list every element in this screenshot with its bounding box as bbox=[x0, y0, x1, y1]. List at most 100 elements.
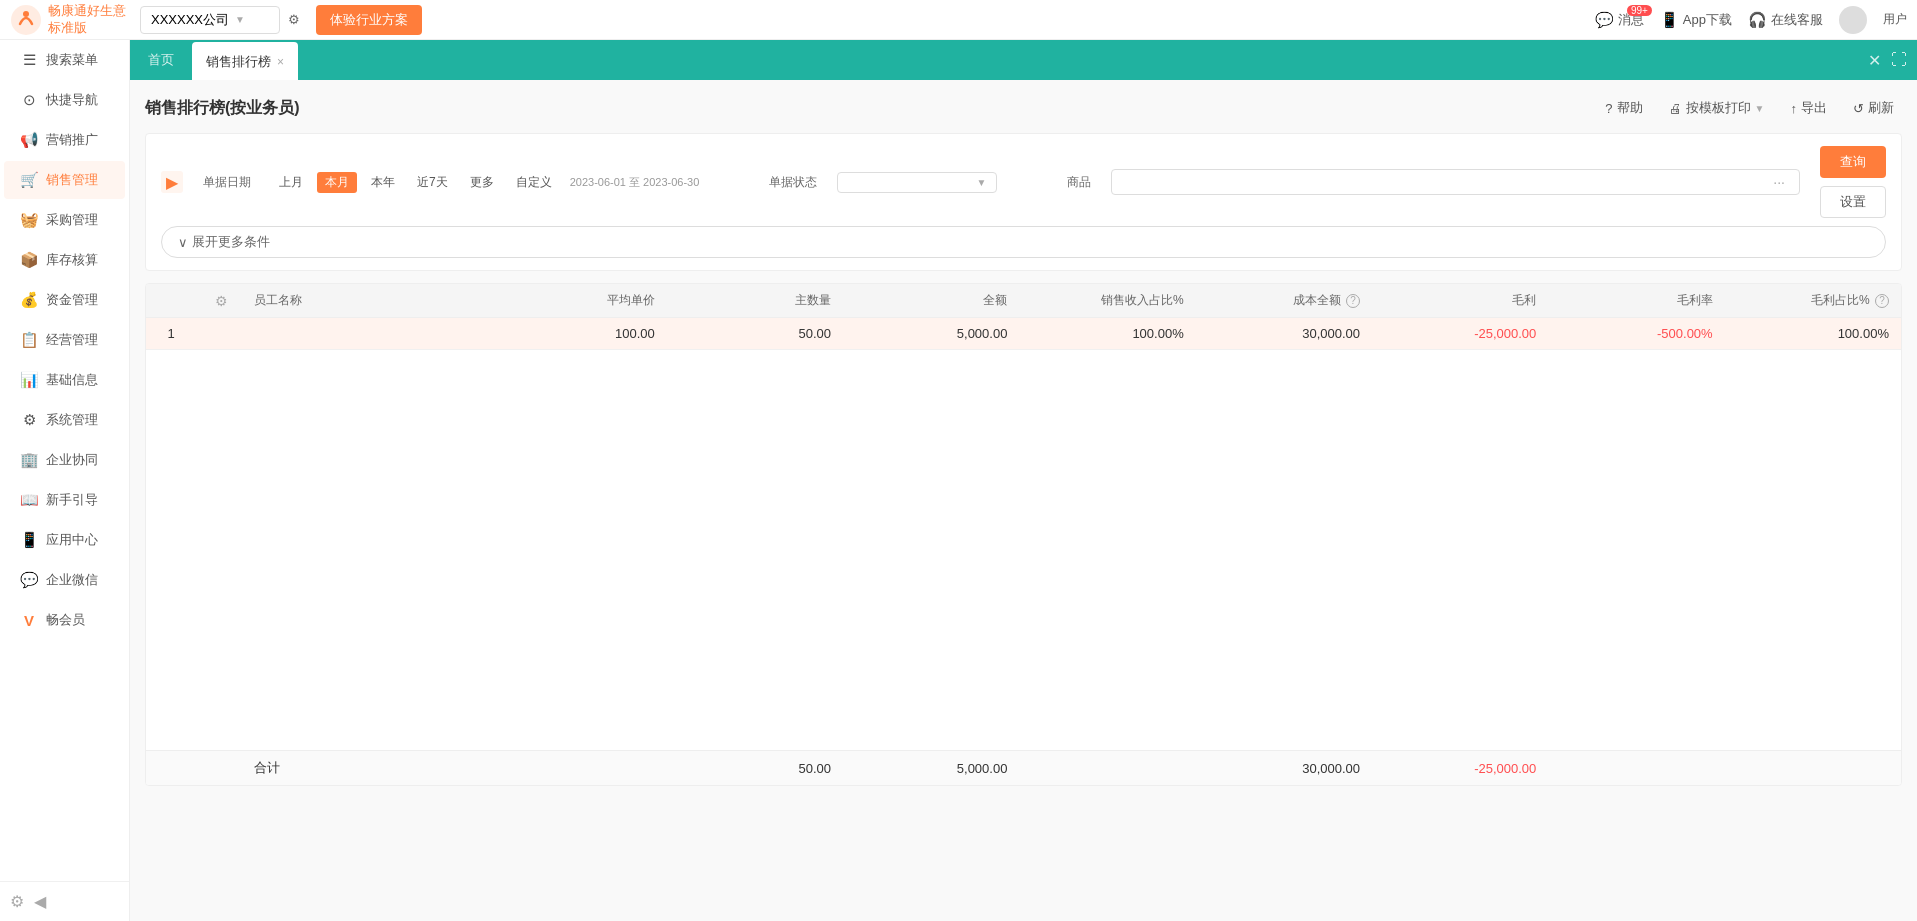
sidebar-item-wechat[interactable]: 💬 企业微信 bbox=[4, 561, 125, 599]
date-current-year[interactable]: 本年 bbox=[363, 172, 403, 193]
sidebar-item-basic[interactable]: 📊 基础信息 bbox=[4, 361, 125, 399]
status-select[interactable]: ▼ bbox=[837, 172, 997, 193]
expand-label: 展开更多条件 bbox=[192, 233, 270, 251]
goods-label: 商品 bbox=[1067, 174, 1091, 191]
basic-icon: 📊 bbox=[20, 371, 38, 389]
sidebar-item-finance[interactable]: 💰 资金管理 bbox=[4, 281, 125, 319]
date-last7[interactable]: 近7天 bbox=[409, 172, 456, 193]
help-button[interactable]: ? 帮助 bbox=[1597, 95, 1650, 121]
wechat-icon: 💬 bbox=[20, 571, 38, 589]
sidebar-item-vip[interactable]: V 畅会员 bbox=[4, 601, 125, 639]
app-download-item[interactable]: 📱 App下载 bbox=[1660, 11, 1732, 29]
date-more[interactable]: 更多 bbox=[462, 172, 502, 193]
footer-cost: 30,000.00 bbox=[1196, 761, 1372, 776]
sidebar-label-search: 搜索菜单 bbox=[46, 51, 98, 69]
chevron-down-icon: ▼ bbox=[235, 14, 245, 25]
cost-help-icon[interactable]: ? bbox=[1346, 294, 1360, 308]
sidebar-item-system[interactable]: ⚙ 系统管理 bbox=[4, 401, 125, 439]
date-label: 单据日期 bbox=[203, 174, 251, 191]
avatar[interactable] bbox=[1839, 6, 1867, 34]
export-button[interactable]: ↑ 导出 bbox=[1783, 95, 1836, 121]
company-name: XXXXXX公司 bbox=[151, 11, 229, 29]
settings-icon[interactable]: ⚙ bbox=[280, 6, 308, 34]
col-header-qty: 主数量 bbox=[667, 292, 843, 309]
try-industry-button[interactable]: 体验行业方案 bbox=[316, 5, 422, 35]
table-row[interactable]: 1 100.00 50.00 5,000.00 100.00% 30,000.0… bbox=[146, 318, 1901, 350]
tab-home[interactable]: 首页 bbox=[130, 40, 192, 80]
print-dropdown-icon: ▼ bbox=[1755, 103, 1765, 114]
page-title: 销售排行榜(按业务员) bbox=[145, 98, 300, 119]
sidebar-item-search[interactable]: ☰ 搜索菜单 bbox=[4, 41, 125, 79]
headset-icon: 🎧 bbox=[1748, 11, 1767, 29]
col-header-gross: 毛利 bbox=[1372, 292, 1548, 309]
sidebar-label-vip: 畅会员 bbox=[46, 611, 85, 629]
row-cost: 30,000.00 bbox=[1196, 326, 1372, 341]
online-service-label: 在线客服 bbox=[1771, 11, 1823, 29]
sidebar-item-operations[interactable]: 📋 经营管理 bbox=[4, 321, 125, 359]
tab-bar-controls: ✕ ⛶ bbox=[1868, 51, 1917, 70]
col-header-gross-rate: 毛利率 bbox=[1548, 292, 1724, 309]
col-header-name: 员工名称 bbox=[246, 292, 490, 309]
sidebar-item-apps[interactable]: 📱 应用中心 bbox=[4, 521, 125, 559]
refresh-button[interactable]: ↺ 刷新 bbox=[1845, 95, 1902, 121]
date-custom[interactable]: 自定义 bbox=[508, 172, 560, 193]
footer-amount: 5,000.00 bbox=[843, 761, 1019, 776]
print-button[interactable]: 🖨 按模板打印 ▼ bbox=[1661, 95, 1773, 121]
filter-toggle-icon[interactable]: ▶ bbox=[161, 171, 183, 193]
sidebar-item-enterprise[interactable]: 🏢 企业协同 bbox=[4, 441, 125, 479]
message-icon: 💬 bbox=[1595, 11, 1614, 29]
export-icon: ↑ bbox=[1791, 101, 1798, 116]
maximize-icon[interactable]: ⛶ bbox=[1891, 51, 1907, 69]
status-dropdown-icon: ▼ bbox=[976, 177, 986, 188]
sidebar-label-apps: 应用中心 bbox=[46, 531, 98, 549]
company-selector[interactable]: XXXXXX公司 ▼ bbox=[140, 6, 280, 34]
date-range-display: 2023-06-01 至 2023-06-30 bbox=[570, 175, 700, 190]
sidebar-bottom: ⚙ ◀ bbox=[0, 881, 129, 921]
date-current-month[interactable]: 本月 bbox=[317, 172, 357, 193]
row-gross-rate: -500.00% bbox=[1548, 326, 1724, 341]
sidebar-item-guide[interactable]: 📖 新手引导 bbox=[4, 481, 125, 519]
sidebar-label-wechat: 企业微信 bbox=[46, 571, 98, 589]
query-button[interactable]: 查询 bbox=[1820, 146, 1886, 178]
col-header-avg-price: 平均单价 bbox=[490, 292, 666, 309]
col-header-amount: 全额 bbox=[843, 292, 1019, 309]
table-header: ⚙ 员工名称 平均单价 主数量 全额 销售收入占比% 成本全额 ? 毛利 毛利率 bbox=[146, 284, 1901, 318]
table-footer: 合计 50.00 5,000.00 30,000.00 -25,000.00 bbox=[146, 750, 1901, 785]
status-label: 单据状态 bbox=[769, 174, 817, 191]
online-service-item[interactable]: 🎧 在线客服 bbox=[1748, 11, 1823, 29]
settings-button[interactable]: 设置 bbox=[1820, 186, 1886, 218]
sidebar-item-shortcut[interactable]: ⊙ 快捷导航 bbox=[4, 81, 125, 119]
page-content: 销售排行榜(按业务员) ? 帮助 🖨 按模板打印 ▼ ↑ bbox=[130, 80, 1917, 921]
page-header-actions: ? 帮助 🖨 按模板打印 ▼ ↑ 导出 ↺ bbox=[1597, 95, 1902, 121]
sidebar-item-sales[interactable]: 🛒 销售管理 bbox=[4, 161, 125, 199]
table-settings-icon[interactable]: ⚙ bbox=[215, 293, 228, 309]
sidebar-item-marketing[interactable]: 📢 营销推广 bbox=[4, 121, 125, 159]
gross-pct-help-icon[interactable]: ? bbox=[1875, 294, 1889, 308]
marketing-icon: 📢 bbox=[20, 131, 38, 149]
message-badge: 99+ bbox=[1627, 5, 1652, 16]
bottom-settings-icon[interactable]: ⚙ bbox=[10, 892, 24, 911]
sidebar-item-inventory[interactable]: 📦 库存核算 bbox=[4, 241, 125, 279]
sidebar-label-finance: 资金管理 bbox=[46, 291, 98, 309]
date-last-month[interactable]: 上月 bbox=[271, 172, 311, 193]
query-column: 查询 设置 bbox=[1820, 146, 1886, 218]
sidebar-item-purchase[interactable]: 🧺 采购管理 bbox=[4, 201, 125, 239]
filter-area: ▶ 单据日期 上月 本月 本年 近7天 更多 自定义 2023-06-01 至 … bbox=[145, 133, 1902, 271]
goods-input[interactable]: ··· bbox=[1111, 169, 1800, 195]
sidebar-label-sales: 销售管理 bbox=[46, 171, 98, 189]
tab-sales-ranking[interactable]: 销售排行榜 × bbox=[192, 42, 298, 82]
tab-close-icon[interactable]: × bbox=[277, 55, 284, 69]
bottom-collapse-icon[interactable]: ◀ bbox=[34, 892, 46, 911]
sidebar-label-shortcut: 快捷导航 bbox=[46, 91, 98, 109]
finance-icon: 💰 bbox=[20, 291, 38, 309]
message-item[interactable]: 💬 消息 99+ bbox=[1595, 11, 1644, 29]
expand-more-button[interactable]: ∨ 展开更多条件 bbox=[161, 226, 1886, 258]
col-header-settings[interactable]: ⚙ bbox=[196, 293, 246, 309]
sidebar-label-inventory: 库存核算 bbox=[46, 251, 98, 269]
row-avg-price: 100.00 bbox=[490, 326, 666, 341]
sales-icon: 🛒 bbox=[20, 171, 38, 189]
logo-line1: 畅康通好生意 bbox=[48, 3, 126, 20]
close-window-icon[interactable]: ✕ bbox=[1868, 51, 1881, 70]
goods-ellipsis-icon[interactable]: ··· bbox=[1769, 174, 1789, 190]
sidebar-label-marketing: 营销推广 bbox=[46, 131, 98, 149]
